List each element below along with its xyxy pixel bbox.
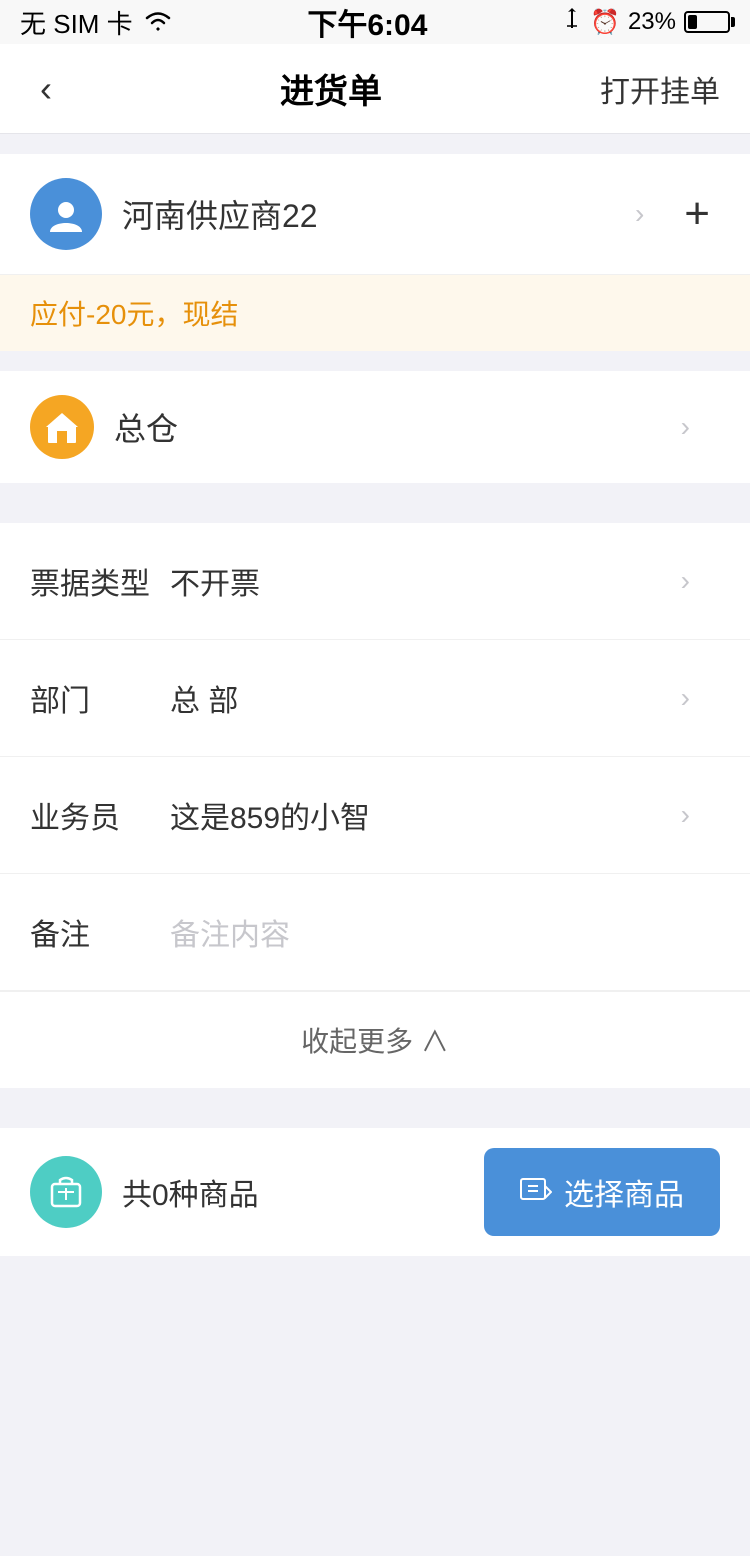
supplier-row[interactable]: 河南供应商22 › +: [0, 154, 750, 275]
notice-text: 应付-20元，现结: [30, 299, 238, 330]
remark-label: 备注: [30, 910, 170, 954]
gap-4: [0, 1088, 750, 1108]
open-pending-button[interactable]: 打开挂单: [600, 67, 720, 111]
wifi-icon: [143, 7, 173, 38]
supplier-section: 河南供应商22 › + 应付-20元，现结: [0, 154, 750, 351]
product-icon-wrap: [30, 1156, 102, 1228]
status-bar: 无 SIM 卡 下午6:04 ⏰ 23%: [0, 0, 750, 44]
remark-input[interactable]: 备注内容: [170, 910, 720, 954]
salesman-label: 业务员: [30, 793, 170, 837]
remark-row[interactable]: 备注 备注内容: [0, 874, 750, 991]
warehouse-section: 总仓 ›: [0, 371, 750, 483]
gap-2: [0, 351, 750, 371]
salesman-chevron-icon: ›: [681, 799, 690, 831]
warehouse-row[interactable]: 总仓 ›: [0, 371, 750, 483]
department-row[interactable]: 部门 总 部 ›: [0, 640, 750, 757]
salesman-value: 这是859的小智: [170, 793, 681, 837]
alarm-icon: ⏰: [590, 8, 620, 37]
notice-bar: 应付-20元，现结: [0, 275, 750, 351]
bottom-bar: 共0种商品 选择商品: [0, 1128, 750, 1256]
nav-bar: ‹ 进货单 打开挂单: [0, 44, 750, 134]
form-section: 票据类型 不开票 › 部门 总 部 › 业务员 这是859的小智 › 备注 备注…: [0, 523, 750, 1088]
status-left: 无 SIM 卡: [20, 4, 173, 41]
battery-text: 23%: [628, 8, 676, 36]
select-btn-label: 选择商品: [564, 1170, 684, 1214]
collapse-row[interactable]: 收起更多 ∧: [0, 991, 750, 1088]
location-icon: [562, 8, 582, 37]
gap-3: [0, 483, 750, 503]
select-product-button[interactable]: 选择商品: [484, 1148, 720, 1236]
invoice-type-label: 票据类型: [30, 559, 170, 603]
department-value: 总 部: [170, 676, 681, 720]
invoice-chevron-icon: ›: [681, 565, 690, 597]
invoice-type-row[interactable]: 票据类型 不开票 ›: [0, 523, 750, 640]
salesman-row[interactable]: 业务员 这是859的小智 ›: [0, 757, 750, 874]
status-time: 下午6:04: [307, 0, 427, 44]
gap-1: [0, 134, 750, 154]
page-bottom: [0, 1256, 750, 1556]
page-title: 进货单: [280, 64, 382, 113]
invoice-type-value: 不开票: [170, 559, 681, 603]
warehouse-chevron-icon: ›: [681, 411, 690, 443]
carrier-text: 无 SIM 卡: [20, 4, 133, 41]
status-right: ⏰ 23%: [562, 8, 730, 37]
product-count-text: 共0种商品: [122, 1170, 484, 1214]
warehouse-name: 总仓: [114, 404, 681, 450]
department-chevron-icon: ›: [681, 682, 690, 714]
supplier-chevron-icon: ›: [635, 198, 644, 230]
battery-icon: [684, 11, 730, 33]
warehouse-icon-wrap: [30, 395, 94, 459]
supplier-name: 河南供应商22: [122, 191, 635, 237]
back-button[interactable]: ‹: [30, 58, 62, 120]
supplier-avatar: [30, 178, 102, 250]
department-label: 部门: [30, 676, 170, 720]
collapse-text: 收起更多 ∧: [301, 1020, 449, 1060]
add-button[interactable]: +: [674, 192, 720, 236]
